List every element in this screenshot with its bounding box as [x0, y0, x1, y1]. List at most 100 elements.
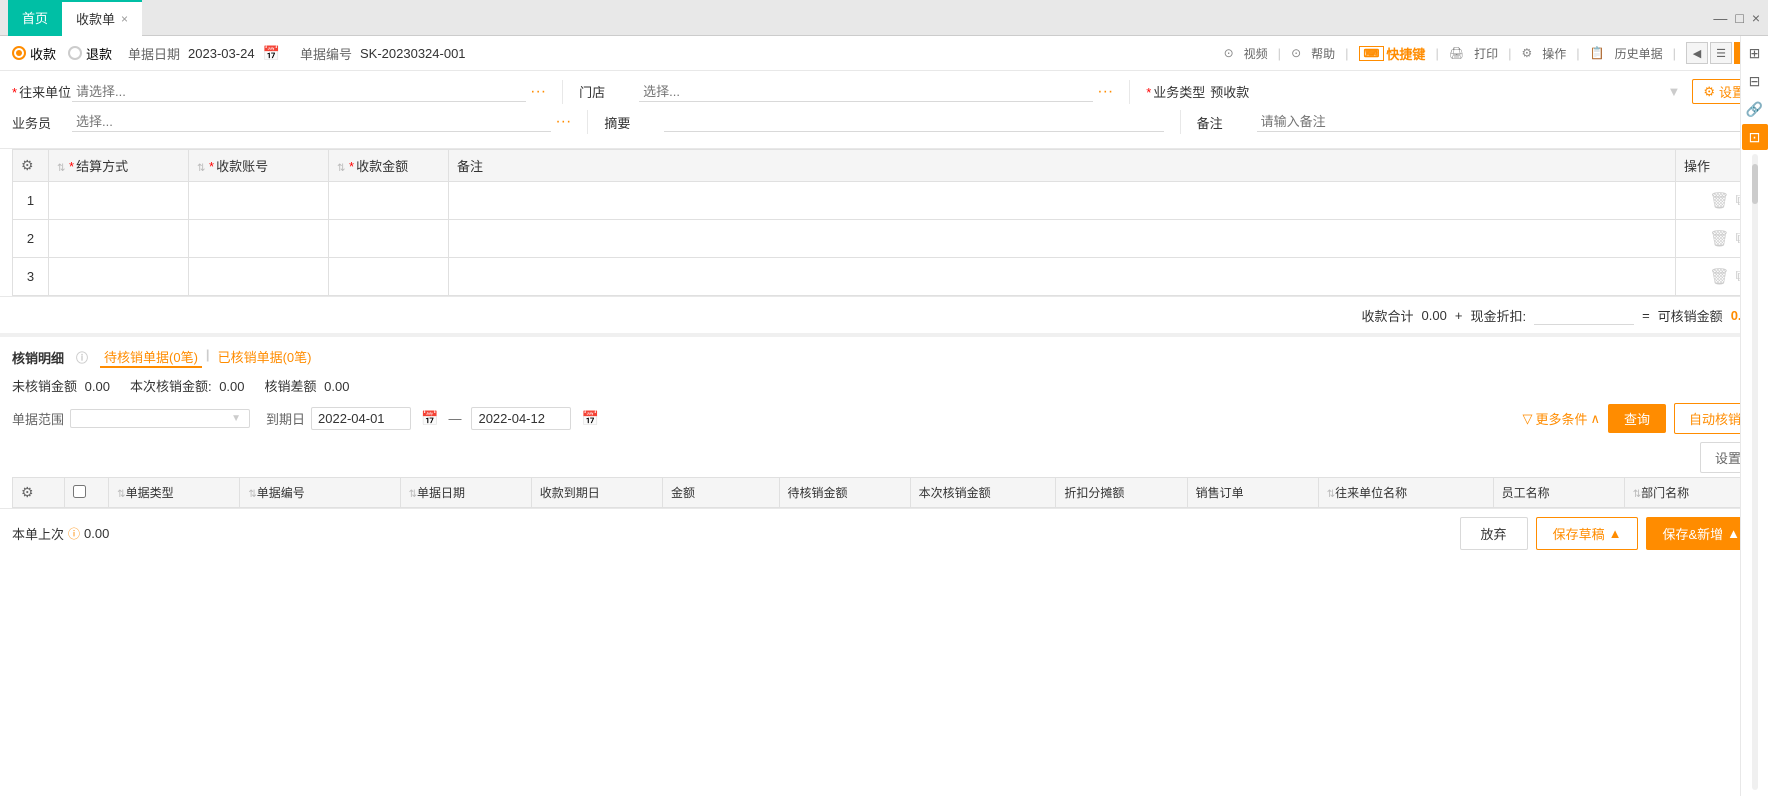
tab-home-label: 首页: [22, 8, 48, 27]
sidebar-link-icon[interactable]: 🔗: [1742, 96, 1768, 122]
date-start-cal-icon[interactable]: 📅: [421, 410, 438, 427]
window-close-icon[interactable]: ×: [1752, 10, 1760, 26]
radio-refund[interactable]: 退款: [68, 44, 112, 63]
date-end-cal-icon[interactable]: 📅: [581, 410, 598, 427]
row-1-notes[interactable]: [449, 182, 1676, 220]
summary-field: 摘要: [604, 112, 1163, 132]
select-all-checkbox[interactable]: [73, 485, 86, 498]
row-3-account[interactable]: [189, 258, 329, 296]
tab-bar-controls: — □ ×: [1713, 10, 1760, 26]
save-new-label: 保存&新增: [1662, 524, 1723, 543]
notes-input[interactable]: [1257, 112, 1756, 132]
form-area: *往来单位 ··· 门店 ··· *业务类型 预收款 ▼ ⚙: [0, 71, 1768, 149]
row-1-settlement[interactable]: [49, 182, 189, 220]
tab-close-icon[interactable]: ×: [121, 12, 128, 26]
btcol-amount: 金额: [662, 478, 779, 508]
row-2-notes[interactable]: [449, 220, 1676, 258]
minimize-icon[interactable]: —: [1713, 10, 1727, 26]
shortcut-link[interactable]: ⌨ 快捷键: [1359, 44, 1426, 63]
date-start-input[interactable]: [311, 407, 411, 430]
shop-label: 门店: [579, 82, 639, 101]
row-3-settlement[interactable]: [49, 258, 189, 296]
info-icon[interactable]: ⓘ: [76, 349, 88, 366]
maximize-icon[interactable]: □: [1735, 10, 1743, 26]
history-link[interactable]: 历史单据: [1615, 45, 1663, 62]
sidebar-frame-icon[interactable]: ⊡: [1742, 124, 1768, 150]
row-1-amount[interactable]: [329, 182, 449, 220]
table-container: ⚙ ⇅ *结算方式 ⇅ *收款账号 ⇅ *收款金额 备注 操作: [0, 149, 1768, 296]
range-select[interactable]: ▼: [70, 409, 250, 428]
doc-num-value: SK-20230324-001: [360, 46, 466, 61]
calendar-icon[interactable]: 📅: [263, 45, 280, 62]
bottom-table-gear-icon[interactable]: ⚙: [21, 484, 34, 500]
row-3-amount[interactable]: [329, 258, 449, 296]
sidebar-table-icon[interactable]: ⊞: [1742, 40, 1768, 66]
last-info-icon[interactable]: ⓘ: [68, 525, 80, 542]
query-btn[interactable]: 查询: [1608, 404, 1666, 433]
save-draft-chevron-icon: ▲: [1609, 526, 1622, 541]
row-2-settlement[interactable]: [49, 220, 189, 258]
radio-receipt[interactable]: 收款: [12, 44, 56, 63]
date-end-input[interactable]: [471, 407, 571, 430]
prev-view-btn[interactable]: ◀: [1686, 42, 1708, 64]
plus-sign: +: [1455, 308, 1463, 323]
main-content: 收款 退款 单据日期 2023-03-24 📅 单据编号 SK-20230324…: [0, 36, 1768, 796]
col-notes: 备注: [449, 150, 1676, 182]
notes-field: 备注: [1197, 112, 1756, 132]
summary-row: 收款合计 0.00 + 现金折扣: = 可核销金额 0.00: [0, 296, 1768, 333]
due-date-label: 到期日: [266, 409, 305, 428]
staff-input[interactable]: [72, 112, 551, 132]
counterpart-input[interactable]: [72, 82, 526, 102]
save-draft-btn[interactable]: 保存草稿 ▲: [1536, 517, 1639, 550]
last-label: 本单上次: [12, 524, 64, 543]
row-3-notes[interactable]: [449, 258, 1676, 296]
radio-receipt-circle: [12, 46, 26, 60]
row-num-2: 2: [13, 220, 49, 258]
doc-num-label: 单据编号: [300, 44, 352, 63]
row-2-delete-icon[interactable]: 🗑: [1709, 229, 1729, 249]
tab-receipt[interactable]: 收款单 ×: [62, 0, 142, 36]
biz-type-dropdown-icon[interactable]: ▼: [1667, 84, 1680, 99]
help-link[interactable]: 帮助: [1311, 45, 1335, 62]
separator-3: [587, 110, 588, 134]
total-value: 0.00: [1422, 308, 1447, 323]
row-2-account[interactable]: [189, 220, 329, 258]
counterpart-label: *往来单位: [12, 82, 72, 101]
row-2-actions: 🗑 ⧉: [1684, 229, 1747, 249]
tab-pending[interactable]: 待核销单据(0笔): [100, 347, 202, 368]
col-amount: ⇅ *收款金额: [329, 150, 449, 182]
row-1-account[interactable]: [189, 182, 329, 220]
tab-receipt-label: 收款单: [76, 9, 115, 28]
more-filter-btn[interactable]: ▽ 更多条件 ∧: [1522, 409, 1600, 428]
row-3-delete-icon[interactable]: 🗑: [1709, 267, 1729, 287]
btcol-num: ⇅单据编号: [240, 478, 400, 508]
save-new-chevron-icon: ▲: [1727, 526, 1740, 541]
operations-link[interactable]: 操作: [1542, 45, 1566, 62]
toolbar-right: ⊙ 视频 | ⊙ 帮助 | ⌨ 快捷键 | 🖨 打印 | ⚙ 操作 | 📋 历史…: [1224, 42, 1756, 64]
tab-done[interactable]: 已核销单据(0笔): [214, 347, 316, 368]
staff-more-btn[interactable]: ···: [555, 113, 571, 131]
sidebar-image-icon[interactable]: ⊟: [1742, 68, 1768, 94]
discount-input[interactable]: [1534, 305, 1634, 325]
summary-input[interactable]: [664, 112, 1163, 132]
shop-more-btn[interactable]: ···: [1097, 83, 1113, 101]
scrollbar-area: [1752, 154, 1758, 790]
discard-btn[interactable]: 放弃: [1460, 517, 1528, 550]
counterpart-more-btn[interactable]: ···: [530, 83, 546, 101]
btcol-current: 本次核销金额: [910, 478, 1056, 508]
tab-home[interactable]: 首页: [8, 0, 62, 36]
unchecked-label: 未核销金额 0.00: [12, 376, 110, 395]
date-filter: 到期日 📅 — 📅: [266, 407, 603, 430]
filter-left: 单据范围 ▼ 到期日 📅 — 📅: [12, 407, 603, 430]
shop-input[interactable]: [639, 82, 1093, 102]
notes-label: 备注: [1197, 113, 1257, 132]
filter-right: ▽ 更多条件 ∧ 查询 自动核销: [1522, 403, 1756, 434]
row-2-amount[interactable]: [329, 220, 449, 258]
list-view-btn[interactable]: ☰: [1710, 42, 1732, 64]
bottom-table-wrap: ⚙ ⇅单据类型 ⇅单据编号 ⇅单据日期: [12, 477, 1756, 508]
table-gear-icon[interactable]: ⚙: [21, 157, 34, 173]
row-1-delete-icon[interactable]: 🗑: [1709, 191, 1729, 211]
print-link[interactable]: 打印: [1474, 45, 1498, 62]
doc-info: 单据日期 2023-03-24 📅 单据编号 SK-20230324-001: [128, 44, 466, 63]
video-link[interactable]: 视频: [1244, 45, 1268, 62]
